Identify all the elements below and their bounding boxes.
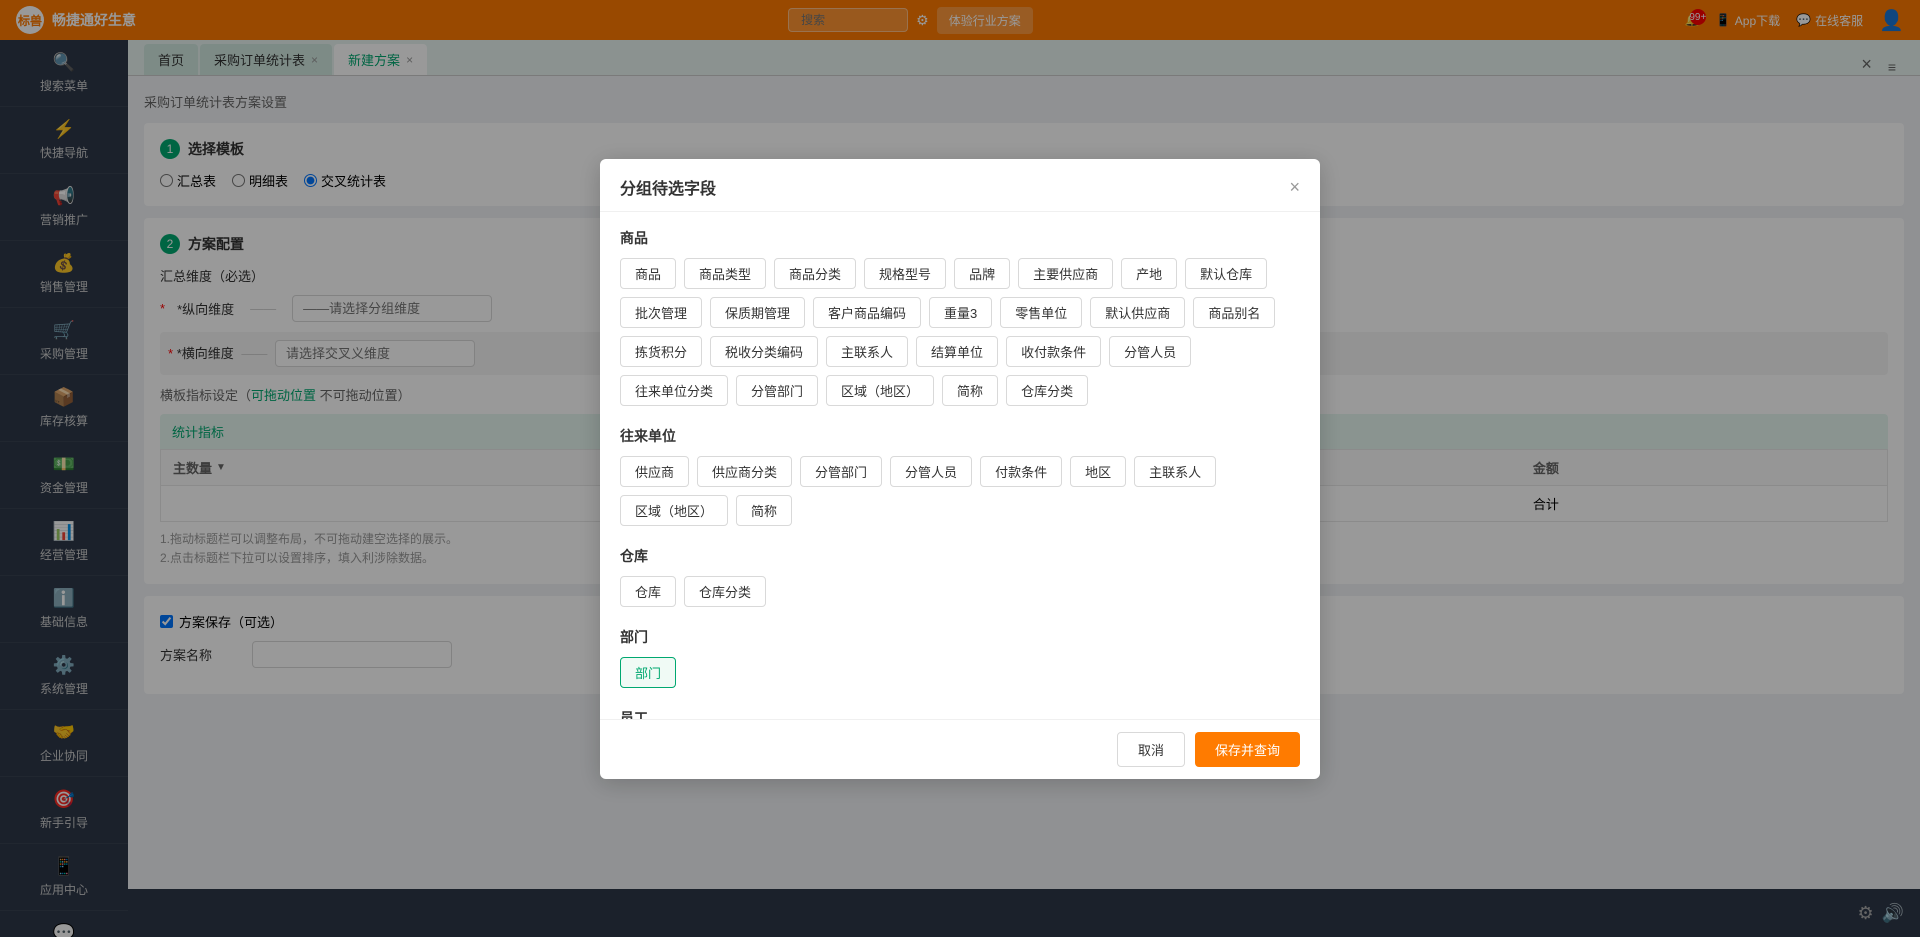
modal-footer: 取消 保存并查询	[600, 719, 1320, 779]
field-tag-mgmt-person[interactable]: 分管人员	[890, 456, 972, 487]
field-tag-product-type[interactable]: 商品类型	[684, 258, 766, 289]
field-group-staff: 员工 业务员	[620, 708, 1300, 719]
field-tag-region-counterpart[interactable]: 区域（地区）	[620, 495, 728, 526]
field-tags-warehouse: 仓库 仓库分类	[620, 576, 1300, 607]
field-tag-warehouse[interactable]: 仓库	[620, 576, 676, 607]
field-tag-mgmt-dept[interactable]: 分管部门	[800, 456, 882, 487]
field-tag-short-name2[interactable]: 简称	[736, 495, 792, 526]
field-tag-customer-code[interactable]: 客户商品编码	[813, 297, 921, 328]
field-group-title-department: 部门	[620, 627, 1300, 647]
field-tag-manager[interactable]: 分管人员	[1109, 336, 1191, 367]
field-tag-product-alias[interactable]: 商品别名	[1193, 297, 1275, 328]
modal-title: 分组待选字段	[620, 175, 716, 199]
field-tag-area[interactable]: 地区	[1070, 456, 1126, 487]
field-tag-settlement-unit[interactable]: 结算单位	[916, 336, 998, 367]
field-tag-retail-unit[interactable]: 零售单位	[1000, 297, 1082, 328]
field-tag-origin[interactable]: 产地	[1121, 258, 1177, 289]
field-group-product: 商品 商品 商品类型 商品分类 规格型号 品牌 主要供应商 产地 默认仓库 批次…	[620, 228, 1300, 406]
field-group-counterpart: 往来单位 供应商 供应商分类 分管部门 分管人员 付款条件 地区 主联系人 区域…	[620, 426, 1300, 526]
field-tag-spec-model[interactable]: 规格型号	[864, 258, 946, 289]
field-tags-department: 部门	[620, 657, 1300, 688]
field-tag-main-contact[interactable]: 主联系人	[826, 336, 908, 367]
modal-overlay: 分组待选字段 × 商品 商品 商品类型 商品分类 规格型号 品牌 主要供应商 产…	[0, 0, 1920, 937]
field-tag-weight[interactable]: 重量3	[929, 297, 992, 328]
modal-header: 分组待选字段 ×	[600, 159, 1320, 212]
field-tag-main-contact2[interactable]: 主联系人	[1134, 456, 1216, 487]
field-tag-tax-code[interactable]: 税收分类编码	[710, 336, 818, 367]
field-tag-product[interactable]: 商品	[620, 258, 676, 289]
field-tag-default-supplier[interactable]: 默认供应商	[1090, 297, 1185, 328]
cancel-button[interactable]: 取消	[1117, 732, 1185, 767]
field-group-title-product: 商品	[620, 228, 1300, 248]
field-tag-region-product[interactable]: 区域（地区）	[826, 375, 934, 406]
field-tag-pick-score[interactable]: 拣货积分	[620, 336, 702, 367]
modal-body[interactable]: 商品 商品 商品类型 商品分类 规格型号 品牌 主要供应商 产地 默认仓库 批次…	[600, 212, 1320, 719]
field-tag-supplier-category[interactable]: 供应商分类	[697, 456, 792, 487]
field-tag-department[interactable]: 部门	[620, 657, 676, 688]
field-tag-payment-terms[interactable]: 收付款条件	[1006, 336, 1101, 367]
field-group-warehouse: 仓库 仓库 仓库分类	[620, 546, 1300, 607]
field-tag-counterpart-category[interactable]: 往来单位分类	[620, 375, 728, 406]
field-tag-default-warehouse[interactable]: 默认仓库	[1185, 258, 1267, 289]
modal-close-btn[interactable]: ×	[1289, 178, 1300, 196]
field-tag-warehouse-cat[interactable]: 仓库分类	[684, 576, 766, 607]
field-group-title-counterpart: 往来单位	[620, 426, 1300, 446]
field-tag-expiry-mgmt[interactable]: 保质期管理	[710, 297, 805, 328]
field-tags-product: 商品 商品类型 商品分类 规格型号 品牌 主要供应商 产地 默认仓库 批次管理 …	[620, 258, 1300, 406]
field-tag-short-name[interactable]: 简称	[942, 375, 998, 406]
field-tag-brand[interactable]: 品牌	[954, 258, 1010, 289]
field-tag-product-category[interactable]: 商品分类	[774, 258, 856, 289]
field-tag-dept[interactable]: 分管部门	[736, 375, 818, 406]
field-tag-supplier[interactable]: 供应商	[620, 456, 689, 487]
save-query-button[interactable]: 保存并查询	[1195, 732, 1300, 767]
field-tags-counterpart: 供应商 供应商分类 分管部门 分管人员 付款条件 地区 主联系人 区域（地区） …	[620, 456, 1300, 526]
field-group-title-warehouse: 仓库	[620, 546, 1300, 566]
field-group-title-staff: 员工	[620, 708, 1300, 719]
field-tag-batch-mgmt[interactable]: 批次管理	[620, 297, 702, 328]
field-tag-main-supplier[interactable]: 主要供应商	[1018, 258, 1113, 289]
field-select-modal: 分组待选字段 × 商品 商品 商品类型 商品分类 规格型号 品牌 主要供应商 产…	[600, 159, 1320, 779]
field-tag-payment-cond[interactable]: 付款条件	[980, 456, 1062, 487]
field-tag-warehouse-category[interactable]: 仓库分类	[1006, 375, 1088, 406]
field-group-department: 部门 部门	[620, 627, 1300, 688]
